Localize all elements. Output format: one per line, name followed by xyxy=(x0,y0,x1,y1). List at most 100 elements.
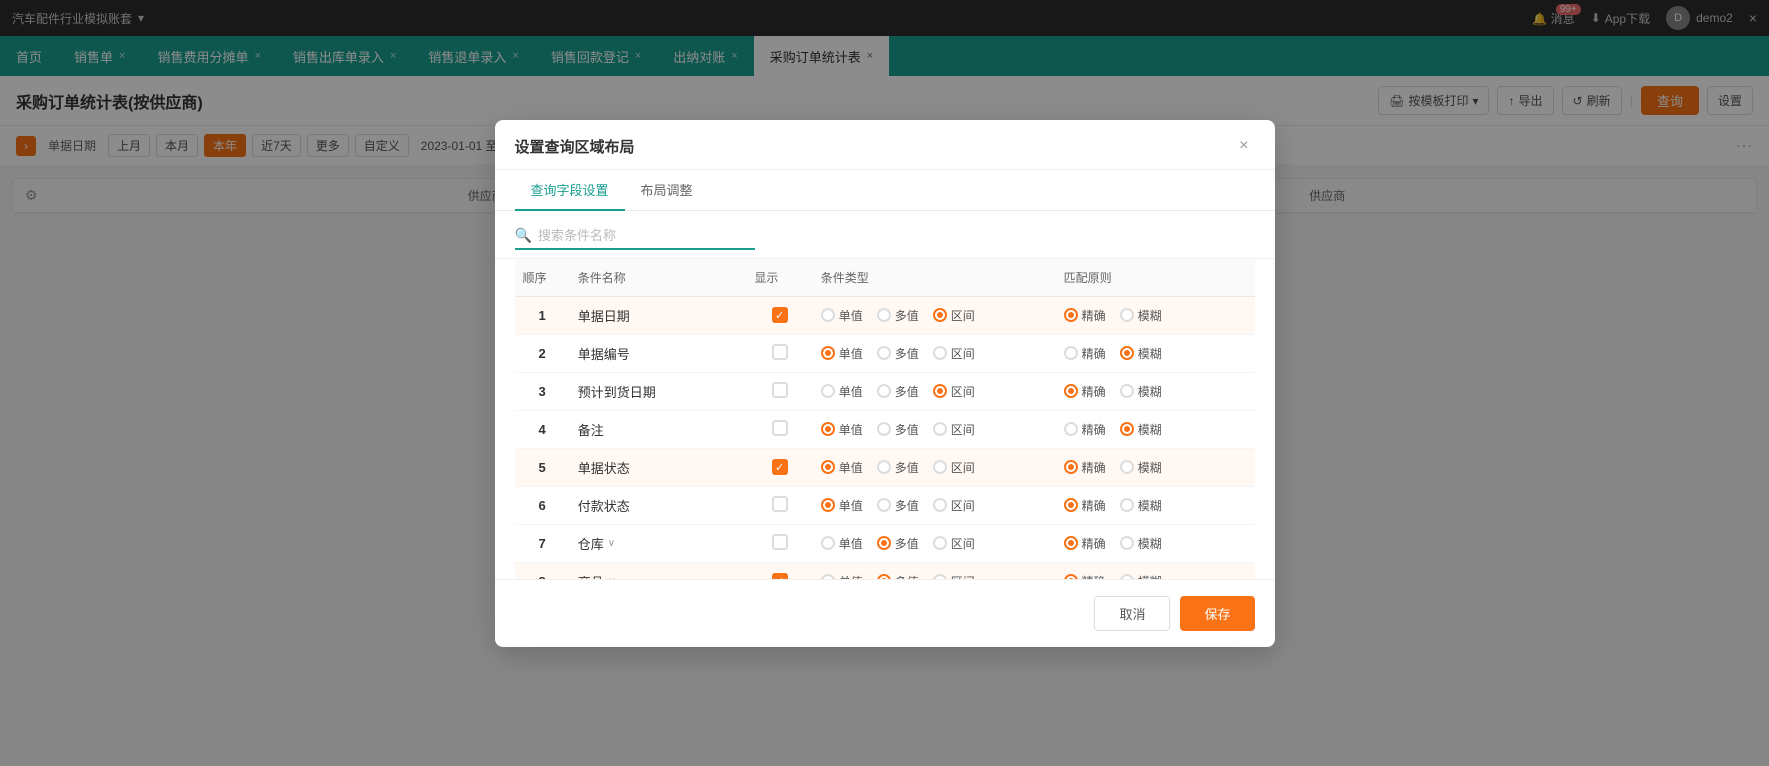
type-range-radio[interactable]: 区间 xyxy=(933,345,975,362)
display-checkbox[interactable] xyxy=(772,382,788,398)
row-name-text: 商品 xyxy=(578,572,604,579)
row-display[interactable] xyxy=(746,372,812,410)
name-with-arrow: 仓库 ∨ xyxy=(578,534,739,553)
cancel-button[interactable]: 取消 xyxy=(1094,596,1170,631)
match-exact-dot xyxy=(1064,422,1078,436)
row-display[interactable] xyxy=(746,524,812,562)
type-range-radio[interactable]: 区间 xyxy=(933,497,975,514)
row-display[interactable] xyxy=(746,448,812,486)
type-range-radio[interactable]: 区间 xyxy=(933,535,975,552)
row-display[interactable] xyxy=(746,562,812,579)
match-exact-radio[interactable]: 精确 xyxy=(1064,535,1106,552)
type-range-radio[interactable]: 区间 xyxy=(933,307,975,324)
type-multi-radio[interactable]: 多值 xyxy=(877,421,919,438)
row-match: 精确 模糊 xyxy=(1056,334,1255,372)
dialog-tabs: 查询字段设置 布局调整 xyxy=(495,170,1275,211)
type-single-dot xyxy=(821,308,835,322)
dialog-tab-layout[interactable]: 布局调整 xyxy=(625,170,709,211)
row-type: 单值 多值 区间 xyxy=(813,334,1056,372)
match-exact-radio[interactable]: 精确 xyxy=(1064,421,1106,438)
col-header-type: 条件类型 xyxy=(813,259,1056,297)
search-icon: 🔍 xyxy=(515,227,532,244)
modal-overlay: 设置查询区域布局 × 查询字段设置 布局调整 🔍 xyxy=(0,0,1769,766)
expand-arrow-icon[interactable]: ∨ xyxy=(608,538,615,549)
search-conditions-input[interactable] xyxy=(538,228,738,243)
col-header-name: 条件名称 xyxy=(570,259,747,297)
type-multi-radio[interactable]: 多值 xyxy=(877,459,919,476)
type-radio-group: 单值 多值 区间 xyxy=(821,345,1048,362)
type-range-dot xyxy=(933,384,947,398)
match-exact-radio[interactable]: 精确 xyxy=(1064,383,1106,400)
row-type: 单值 多值 区间 xyxy=(813,296,1056,334)
row-name: 商品 ∨ xyxy=(570,562,747,579)
row-display[interactable] xyxy=(746,486,812,524)
type-radio-group: 单值 多值 区间 xyxy=(821,459,1048,476)
type-multi-radio[interactable]: 多值 xyxy=(877,383,919,400)
match-fuzzy-radio[interactable]: 模糊 xyxy=(1120,459,1162,476)
condition-table-scroll[interactable]: 顺序 条件名称 显示 条件类型 匹配原则 1 单据日期 xyxy=(515,259,1255,579)
match-fuzzy-dot xyxy=(1120,308,1134,322)
match-fuzzy-dot xyxy=(1120,460,1134,474)
row-match: 精确 模糊 xyxy=(1056,524,1255,562)
row-display[interactable] xyxy=(746,334,812,372)
row-match: 精确 模糊 xyxy=(1056,296,1255,334)
display-checkbox[interactable] xyxy=(772,459,788,475)
type-single-radio[interactable]: 单值 xyxy=(821,421,863,438)
type-multi-radio[interactable]: 多值 xyxy=(877,345,919,362)
type-single-radio[interactable]: 单值 xyxy=(821,535,863,552)
type-single-dot xyxy=(821,422,835,436)
search-input-wrapper: 🔍 xyxy=(515,223,755,250)
match-fuzzy-radio[interactable]: 模糊 xyxy=(1120,497,1162,514)
row-name: 预计到货日期 xyxy=(570,372,747,410)
row-match: 精确 模糊 xyxy=(1056,562,1255,579)
display-checkbox[interactable] xyxy=(772,496,788,512)
type-single-radio[interactable]: 单值 xyxy=(821,497,863,514)
match-fuzzy-radio[interactable]: 模糊 xyxy=(1120,307,1162,324)
save-button[interactable]: 保存 xyxy=(1180,596,1254,631)
type-single-radio[interactable]: 单值 xyxy=(821,383,863,400)
table-header-row: 顺序 条件名称 显示 条件类型 匹配原则 xyxy=(515,259,1255,297)
row-display[interactable] xyxy=(746,296,812,334)
type-multi-radio[interactable]: 多值 xyxy=(877,497,919,514)
dialog-close-button[interactable]: × xyxy=(1233,136,1254,156)
match-fuzzy-radio[interactable]: 模糊 xyxy=(1120,383,1162,400)
type-range-radio[interactable]: 区间 xyxy=(933,383,975,400)
type-range-dot xyxy=(933,498,947,512)
type-range-radio[interactable]: 区间 xyxy=(933,459,975,476)
row-order: 1 xyxy=(515,296,570,334)
dialog-footer: 取消 保存 xyxy=(495,579,1275,647)
match-radio-group: 精确 模糊 xyxy=(1064,497,1247,514)
type-multi-radio[interactable]: 多值 xyxy=(877,307,919,324)
type-multi-dot xyxy=(877,460,891,474)
type-range-dot xyxy=(933,346,947,360)
match-fuzzy-radio[interactable]: 模糊 xyxy=(1120,535,1162,552)
display-checkbox[interactable] xyxy=(772,420,788,436)
type-multi-dot xyxy=(877,536,891,550)
match-fuzzy-radio[interactable]: 模糊 xyxy=(1120,421,1162,438)
match-fuzzy-radio[interactable]: 模糊 xyxy=(1120,345,1162,362)
display-checkbox[interactable] xyxy=(772,344,788,360)
row-order: 6 xyxy=(515,486,570,524)
display-checkbox[interactable] xyxy=(772,534,788,550)
match-exact-radio[interactable]: 精确 xyxy=(1064,459,1106,476)
type-single-radio[interactable]: 单值 xyxy=(821,345,863,362)
row-display[interactable] xyxy=(746,410,812,448)
type-single-radio[interactable]: 单值 xyxy=(821,307,863,324)
row-match: 精确 模糊 xyxy=(1056,372,1255,410)
type-multi-radio[interactable]: 多值 xyxy=(877,535,919,552)
match-exact-radio[interactable]: 精确 xyxy=(1064,307,1106,324)
table-row: 5 单据状态 单值 xyxy=(515,448,1255,486)
type-single-dot xyxy=(821,384,835,398)
type-single-dot xyxy=(821,536,835,550)
table-row: 3 预计到货日期 单值 xyxy=(515,372,1255,410)
col-header-order: 顺序 xyxy=(515,259,570,297)
name-with-arrow: 商品 ∨ xyxy=(578,572,739,579)
type-single-radio[interactable]: 单值 xyxy=(821,459,863,476)
match-exact-radio[interactable]: 精确 xyxy=(1064,345,1106,362)
dialog-tab-query-fields[interactable]: 查询字段设置 xyxy=(515,170,625,211)
match-exact-radio[interactable]: 精确 xyxy=(1064,497,1106,514)
type-range-dot xyxy=(933,308,947,322)
type-range-radio[interactable]: 区间 xyxy=(933,421,975,438)
display-checkbox[interactable] xyxy=(772,307,788,323)
match-fuzzy-dot xyxy=(1120,536,1134,550)
